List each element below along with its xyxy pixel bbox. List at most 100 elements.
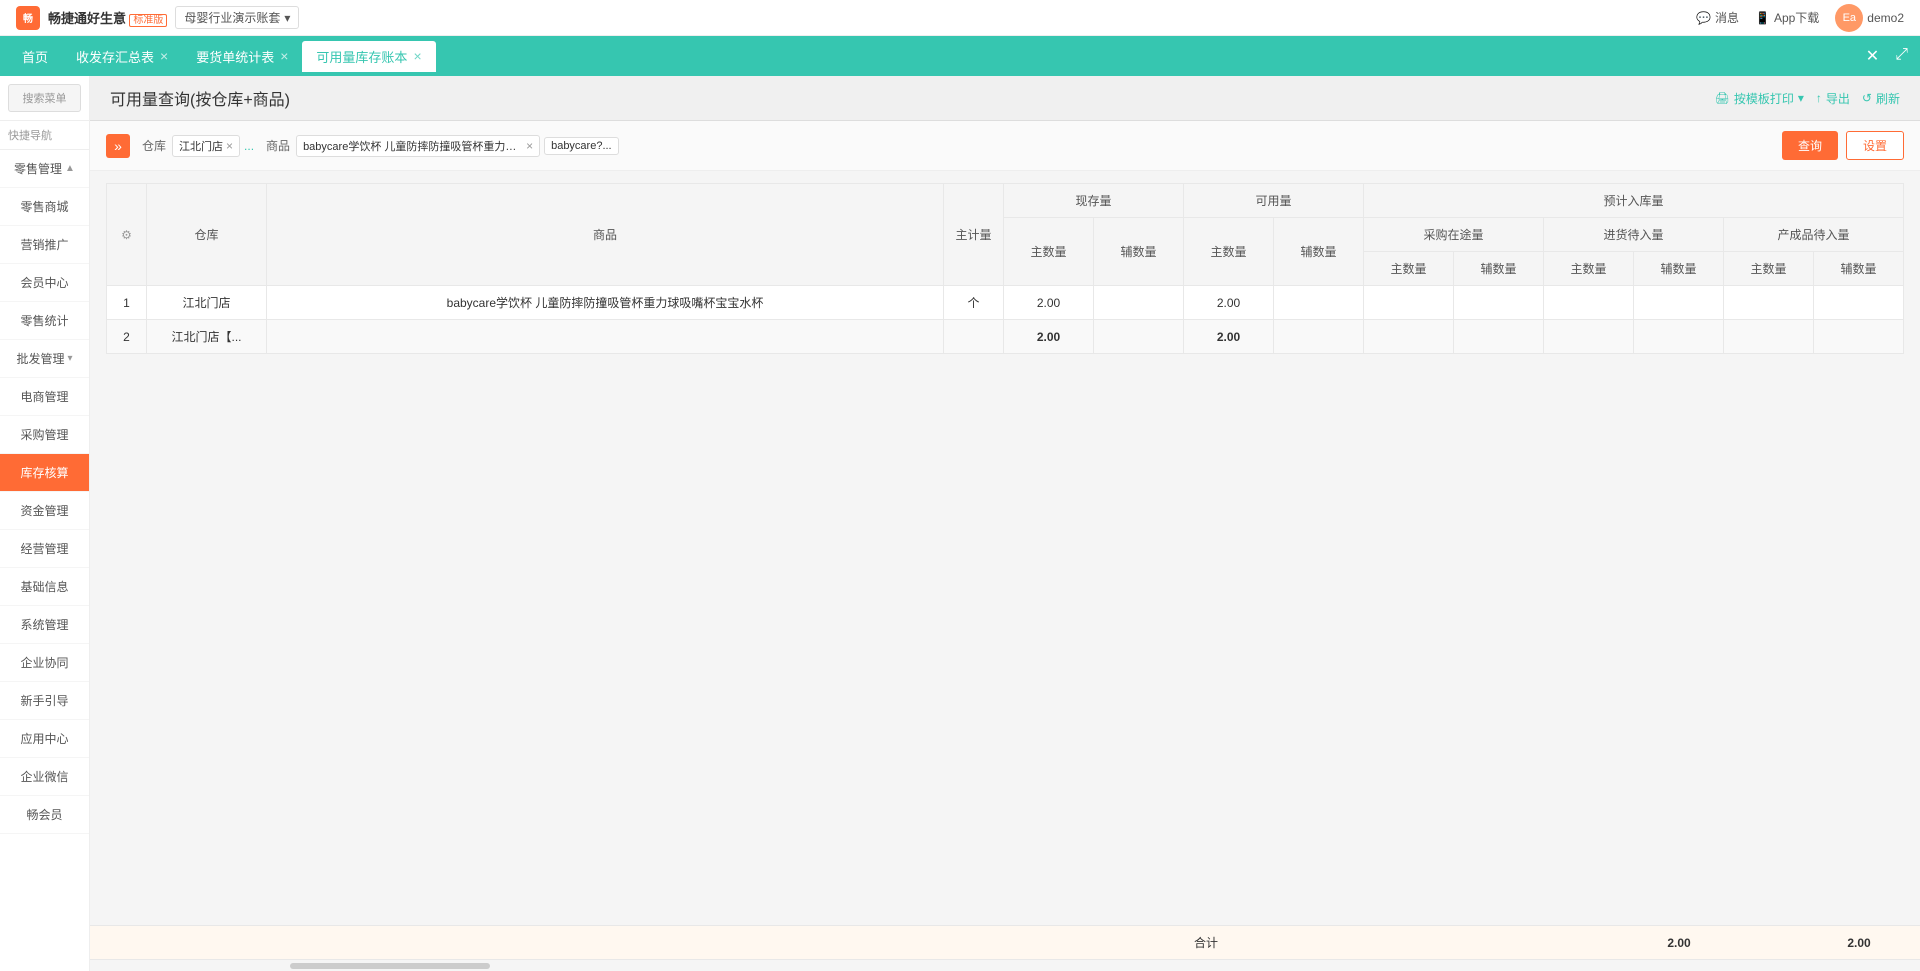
query-button[interactable]: 查询 <box>1782 131 1838 160</box>
app-info: 畅捷通好生意 标准版 <box>48 8 167 27</box>
top-bar-left: 畅 畅捷通好生意 标准版 母婴行业演示账套 ▾ <box>16 6 299 30</box>
col-header-finished-pending: 产成品待入量 <box>1724 218 1904 252</box>
tab-order-stats-close[interactable]: × <box>280 48 288 64</box>
col-header-forecast-in: 预计入库量 <box>1364 184 1904 218</box>
cell-finished-sub-2 <box>1814 320 1904 354</box>
cell-stock-main-1: 2.00 <box>1004 286 1094 320</box>
sidebar-item-wholesale-mgmt[interactable]: 批发管理 ▾ <box>0 340 89 378</box>
sidebar-item-ecommerce-mgmt[interactable]: 电商管理 <box>0 378 89 416</box>
cell-unit-1: 个 <box>944 286 1004 320</box>
chevron-down-icon: ▲ <box>65 163 75 174</box>
cell-finished-main-1 <box>1724 286 1814 320</box>
cell-purchase-main-1 <box>1364 286 1454 320</box>
avatar: Ea <box>1835 4 1863 32</box>
app-tag: 标准版 <box>129 14 167 27</box>
sidebar-item-enterprise-collab[interactable]: 企业协同 <box>0 644 89 682</box>
col-header-seq: ⚙ <box>107 184 147 286</box>
sidebar-item-enterprise-wechat[interactable]: 企业微信 <box>0 758 89 796</box>
content-area: 可用量查询(按仓库+商品) 🖨 按模板打印 ▾ ↑ 导出 ↺ 刷新 » <box>90 76 1920 971</box>
filter-expand-button[interactable]: » <box>106 134 130 158</box>
product-tag-babycare-close[interactable]: × <box>526 139 533 153</box>
sidebar-item-purchase-mgmt[interactable]: 采购管理 <box>0 416 89 454</box>
sidebar-item-retail-stats[interactable]: 零售统计 <box>0 302 89 340</box>
cell-goods-main-1 <box>1544 286 1634 320</box>
col-header-warehouse: 仓库 <box>147 184 267 286</box>
product-filter-tags: babycare学饮杯 儿童防摔防撞吸管杯重力球吸嘴杯宝宝水杯 × babyca… <box>296 135 619 157</box>
print-arrow-icon: ▾ <box>1798 91 1804 105</box>
cell-product-2 <box>267 320 944 354</box>
footer-avail-main: 2.00 <box>1814 936 1904 950</box>
product-tag-babycare[interactable]: babycare学饮杯 儿童防摔防撞吸管杯重力球吸嘴杯宝宝水杯 × <box>296 135 540 157</box>
col-header-goods-sub: 辅数量 <box>1634 252 1724 286</box>
user-info[interactable]: Ea demo2 <box>1835 4 1904 32</box>
sidebar-item-new-guide[interactable]: 新手引导 <box>0 682 89 720</box>
industry-selector[interactable]: 母婴行业演示账套 ▾ <box>175 6 299 29</box>
tab-available-stock[interactable]: 可用量库存账本 × <box>302 41 435 72</box>
sidebar-item-app-center[interactable]: 应用中心 <box>0 720 89 758</box>
sidebar-item-finance-mgmt[interactable]: 资金管理 <box>0 492 89 530</box>
horizontal-scrollbar[interactable] <box>290 963 490 969</box>
sidebar-item-marketing-promo[interactable]: 营销推广 <box>0 226 89 264</box>
chevron-down-icon-2: ▾ <box>67 353 72 364</box>
product-filter-label: 商品 <box>266 137 290 154</box>
sidebar-item-zero-retail-mgmt[interactable]: 零售管理 ▲ <box>0 150 89 188</box>
settings-button[interactable]: 设置 <box>1846 131 1904 160</box>
col-header-product: 商品 <box>267 184 944 286</box>
refresh-button[interactable]: ↺ 刷新 <box>1862 90 1900 107</box>
col-header-purchase-in-transit: 采购在途量 <box>1364 218 1544 252</box>
col-header-purchase-main: 主数量 <box>1364 252 1454 286</box>
cell-goods-sub-1 <box>1634 286 1724 320</box>
footer-stock-main: 2.00 <box>1634 936 1724 950</box>
sidebar-item-basic-info[interactable]: 基础信息 <box>0 568 89 606</box>
sidebar-item-inventory-check[interactable]: 库存核算 <box>0 454 89 492</box>
col-header-main-unit: 主计量 <box>944 184 1004 286</box>
print-template-button[interactable]: 🖨 按模板打印 ▾ <box>1715 90 1804 107</box>
warehouse-tag-jiangbei[interactable]: 江北门店 × <box>172 135 240 157</box>
sidebar-item-member-center[interactable]: 会员中心 <box>0 264 89 302</box>
warehouse-tag-close[interactable]: × <box>226 139 233 153</box>
export-icon: ↑ <box>1816 91 1822 105</box>
warehouse-filter-more[interactable]: ... <box>244 139 254 153</box>
top-bar-right: 💬 消息 📱 App下载 Ea demo2 <box>1696 4 1904 32</box>
cell-purchase-sub-2 <box>1454 320 1544 354</box>
print-icon: 🖨 <box>1715 91 1730 105</box>
cell-purchase-sub-1 <box>1454 286 1544 320</box>
table-row: 1 江北门店 babycare学饮杯 儿童防摔防撞吸管杯重力球吸嘴杯宝宝水杯 个… <box>107 286 1904 320</box>
page-header: 可用量查询(按仓库+商品) 🖨 按模板打印 ▾ ↑ 导出 ↺ 刷新 <box>90 76 1920 121</box>
table-row: 2 江北门店【... 2.00 2.00 <box>107 320 1904 354</box>
cell-purchase-main-2 <box>1364 320 1454 354</box>
settings-icon[interactable]: ⚙ <box>121 228 132 242</box>
cell-goods-sub-2 <box>1634 320 1724 354</box>
tab-recv-send[interactable]: 收发存汇总表 × <box>62 41 182 72</box>
tab-recv-send-close[interactable]: × <box>160 48 168 64</box>
cell-warehouse-1: 江北门店 <box>147 286 267 320</box>
table-footer: 合计 2.00 2.00 <box>90 925 1920 959</box>
filter-actions: 查询 设置 <box>1782 131 1904 160</box>
sidebar-item-zero-retail-mall[interactable]: 零售商城 <box>0 188 89 226</box>
cell-avail-main-2: 2.00 <box>1184 320 1274 354</box>
sidebar-search-button[interactable]: 搜索菜单 <box>8 84 81 112</box>
message-action[interactable]: 💬 消息 <box>1696 9 1739 26</box>
sidebar-item-system-mgmt[interactable]: 系统管理 <box>0 606 89 644</box>
sidebar-item-operations-mgmt[interactable]: 经营管理 <box>0 530 89 568</box>
app-download-action[interactable]: 📱 App下载 <box>1755 9 1819 26</box>
product-tag-babycare2[interactable]: babycare?... <box>544 137 619 155</box>
export-button[interactable]: ↑ 导出 <box>1816 90 1850 107</box>
col-header-finished-sub: 辅数量 <box>1814 252 1904 286</box>
col-header-stock-sub-qty: 辅数量 <box>1094 218 1184 286</box>
cell-avail-sub-2 <box>1274 320 1364 354</box>
cell-goods-main-2 <box>1544 320 1634 354</box>
cell-avail-sub-1 <box>1274 286 1364 320</box>
window-close-btn[interactable]: ✕ <box>1862 44 1883 68</box>
cell-seq-2: 2 <box>107 320 147 354</box>
tab-order-stats[interactable]: 要货单统计表 × <box>182 41 302 72</box>
cell-product-1: babycare学饮杯 儿童防摔防撞吸管杯重力球吸嘴杯宝宝水杯 <box>267 286 944 320</box>
col-header-current-stock: 现存量 <box>1004 184 1184 218</box>
scrollbar-area[interactable] <box>90 959 1920 971</box>
tab-home[interactable]: 首页 <box>8 41 62 72</box>
col-header-avail-sub-qty: 辅数量 <box>1274 218 1364 286</box>
window-expand-btn[interactable]: ⤢ <box>1891 44 1912 68</box>
tab-available-stock-close[interactable]: × <box>413 48 421 64</box>
sidebar-item-vip-member[interactable]: 畅会员 <box>0 796 89 834</box>
footer-label: 合计 <box>1194 934 1274 951</box>
